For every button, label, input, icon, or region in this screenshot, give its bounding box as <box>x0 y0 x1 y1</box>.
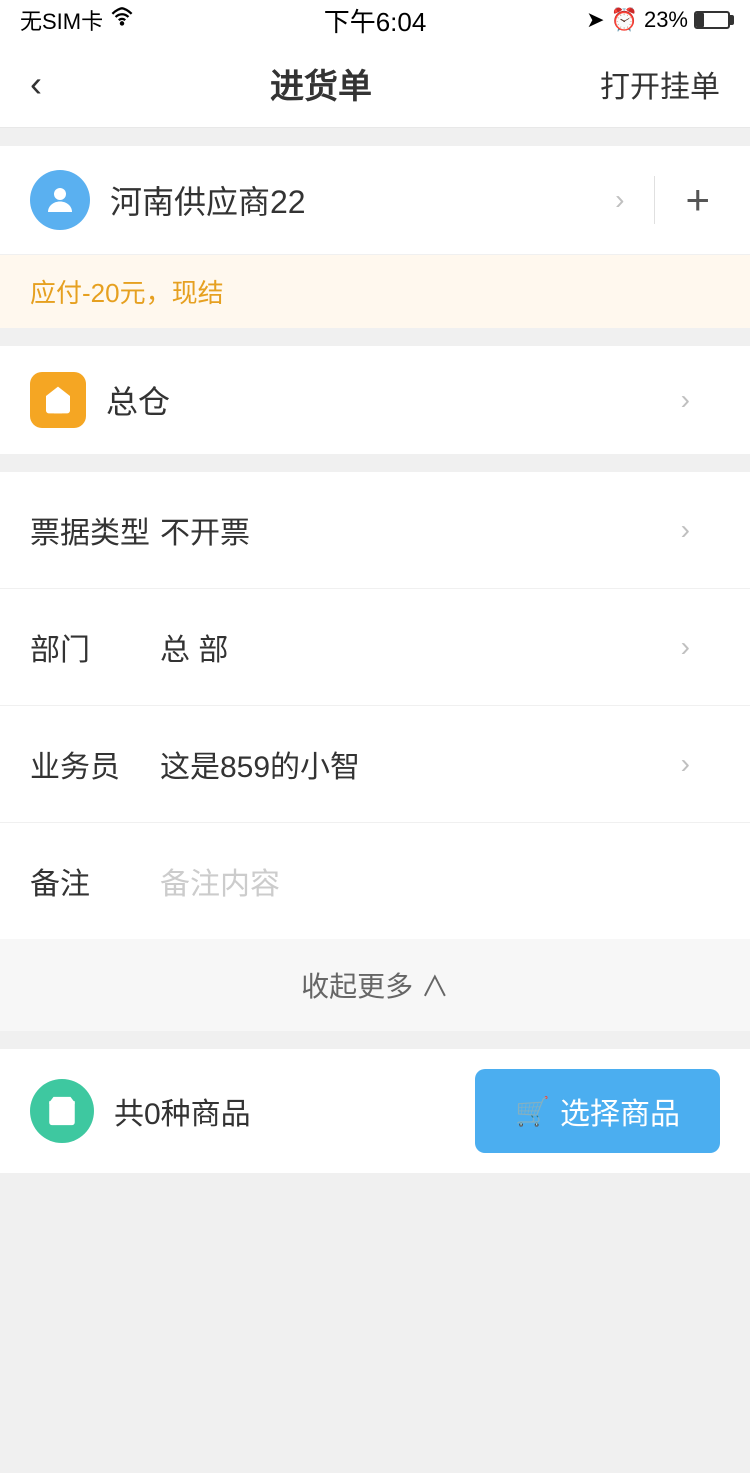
page-title: 进货单 <box>270 59 372 108</box>
section-gap-4 <box>0 1031 750 1049</box>
warehouse-name: 总仓 <box>106 377 681 423</box>
remark-label: 备注 <box>30 859 160 903</box>
open-pending-button[interactable]: 打开挂单 <box>600 62 720 106</box>
battery-icon <box>694 11 730 29</box>
empty-content-area <box>0 1173 750 1473</box>
salesperson-row[interactable]: 业务员 这是859的小智 › <box>0 705 750 822</box>
department-chevron-icon: › <box>681 631 690 663</box>
select-product-button[interactable]: 🛒 选择商品 <box>475 1069 720 1153</box>
select-product-icon: 🛒 <box>515 1095 550 1128</box>
add-supplier-button[interactable]: + <box>675 176 720 224</box>
carrier-label: 无SIM卡 <box>20 4 103 36</box>
supplier-row[interactable]: 河南供应商22 › + <box>0 146 750 255</box>
collapse-row[interactable]: 收起更多 ∧ <box>0 939 750 1031</box>
department-row[interactable]: 部门 总 部 › <box>0 588 750 705</box>
remark-row[interactable]: 备注 备注内容 <box>0 822 750 939</box>
notice-banner: 应付-20元，现结 <box>0 255 750 328</box>
collapse-label: 收起更多 ∧ <box>301 965 449 1005</box>
department-value: 总 部 <box>160 625 681 669</box>
location-icon: ➤ <box>586 7 604 33</box>
back-button[interactable]: ‹ <box>30 63 42 105</box>
section-gap-3 <box>0 454 750 472</box>
department-label: 部门 <box>30 625 160 669</box>
remark-input[interactable]: 备注内容 <box>160 859 720 903</box>
select-product-label: 选择商品 <box>560 1089 680 1133</box>
supplier-name: 河南供应商22 <box>110 177 615 223</box>
salesperson-label: 业务员 <box>30 742 160 786</box>
invoice-type-value: 不开票 <box>160 508 681 552</box>
warehouse-icon <box>30 372 86 428</box>
battery-label: 23% <box>644 7 688 33</box>
supplier-section: 河南供应商22 › + 应付-20元，现结 <box>0 146 750 328</box>
wifi-icon <box>111 6 133 34</box>
divider <box>654 176 655 224</box>
invoice-type-chevron-icon: › <box>681 514 690 546</box>
warehouse-section[interactable]: 总仓 › <box>0 346 750 454</box>
supplier-chevron-icon: › <box>615 184 624 216</box>
product-count-label: 共0种商品 <box>114 1089 455 1133</box>
salesperson-chevron-icon: › <box>681 748 690 780</box>
nav-bar: ‹ 进货单 打开挂单 <box>0 40 750 128</box>
status-time: 下午6:04 <box>324 2 427 39</box>
invoice-type-label: 票据类型 <box>30 508 160 552</box>
salesperson-value: 这是859的小智 <box>160 742 681 786</box>
status-right: ➤ ⏰ 23% <box>586 7 730 33</box>
supplier-avatar <box>30 170 90 230</box>
status-left: 无SIM卡 <box>20 4 133 36</box>
product-cart-icon <box>30 1079 94 1143</box>
warehouse-chevron-icon: › <box>681 384 690 416</box>
product-bar: 共0种商品 🛒 选择商品 <box>0 1049 750 1173</box>
notice-text: 应付-20元，现结 <box>30 278 224 308</box>
section-gap-1 <box>0 128 750 146</box>
alarm-icon: ⏰ <box>611 7 638 33</box>
form-section: 票据类型 不开票 › 部门 总 部 › 业务员 这是859的小智 › 备注 备注… <box>0 472 750 939</box>
section-gap-2 <box>0 328 750 346</box>
invoice-type-row[interactable]: 票据类型 不开票 › <box>0 472 750 588</box>
warehouse-row[interactable]: 总仓 › <box>0 346 750 454</box>
status-bar: 无SIM卡 下午6:04 ➤ ⏰ 23% <box>0 0 750 40</box>
